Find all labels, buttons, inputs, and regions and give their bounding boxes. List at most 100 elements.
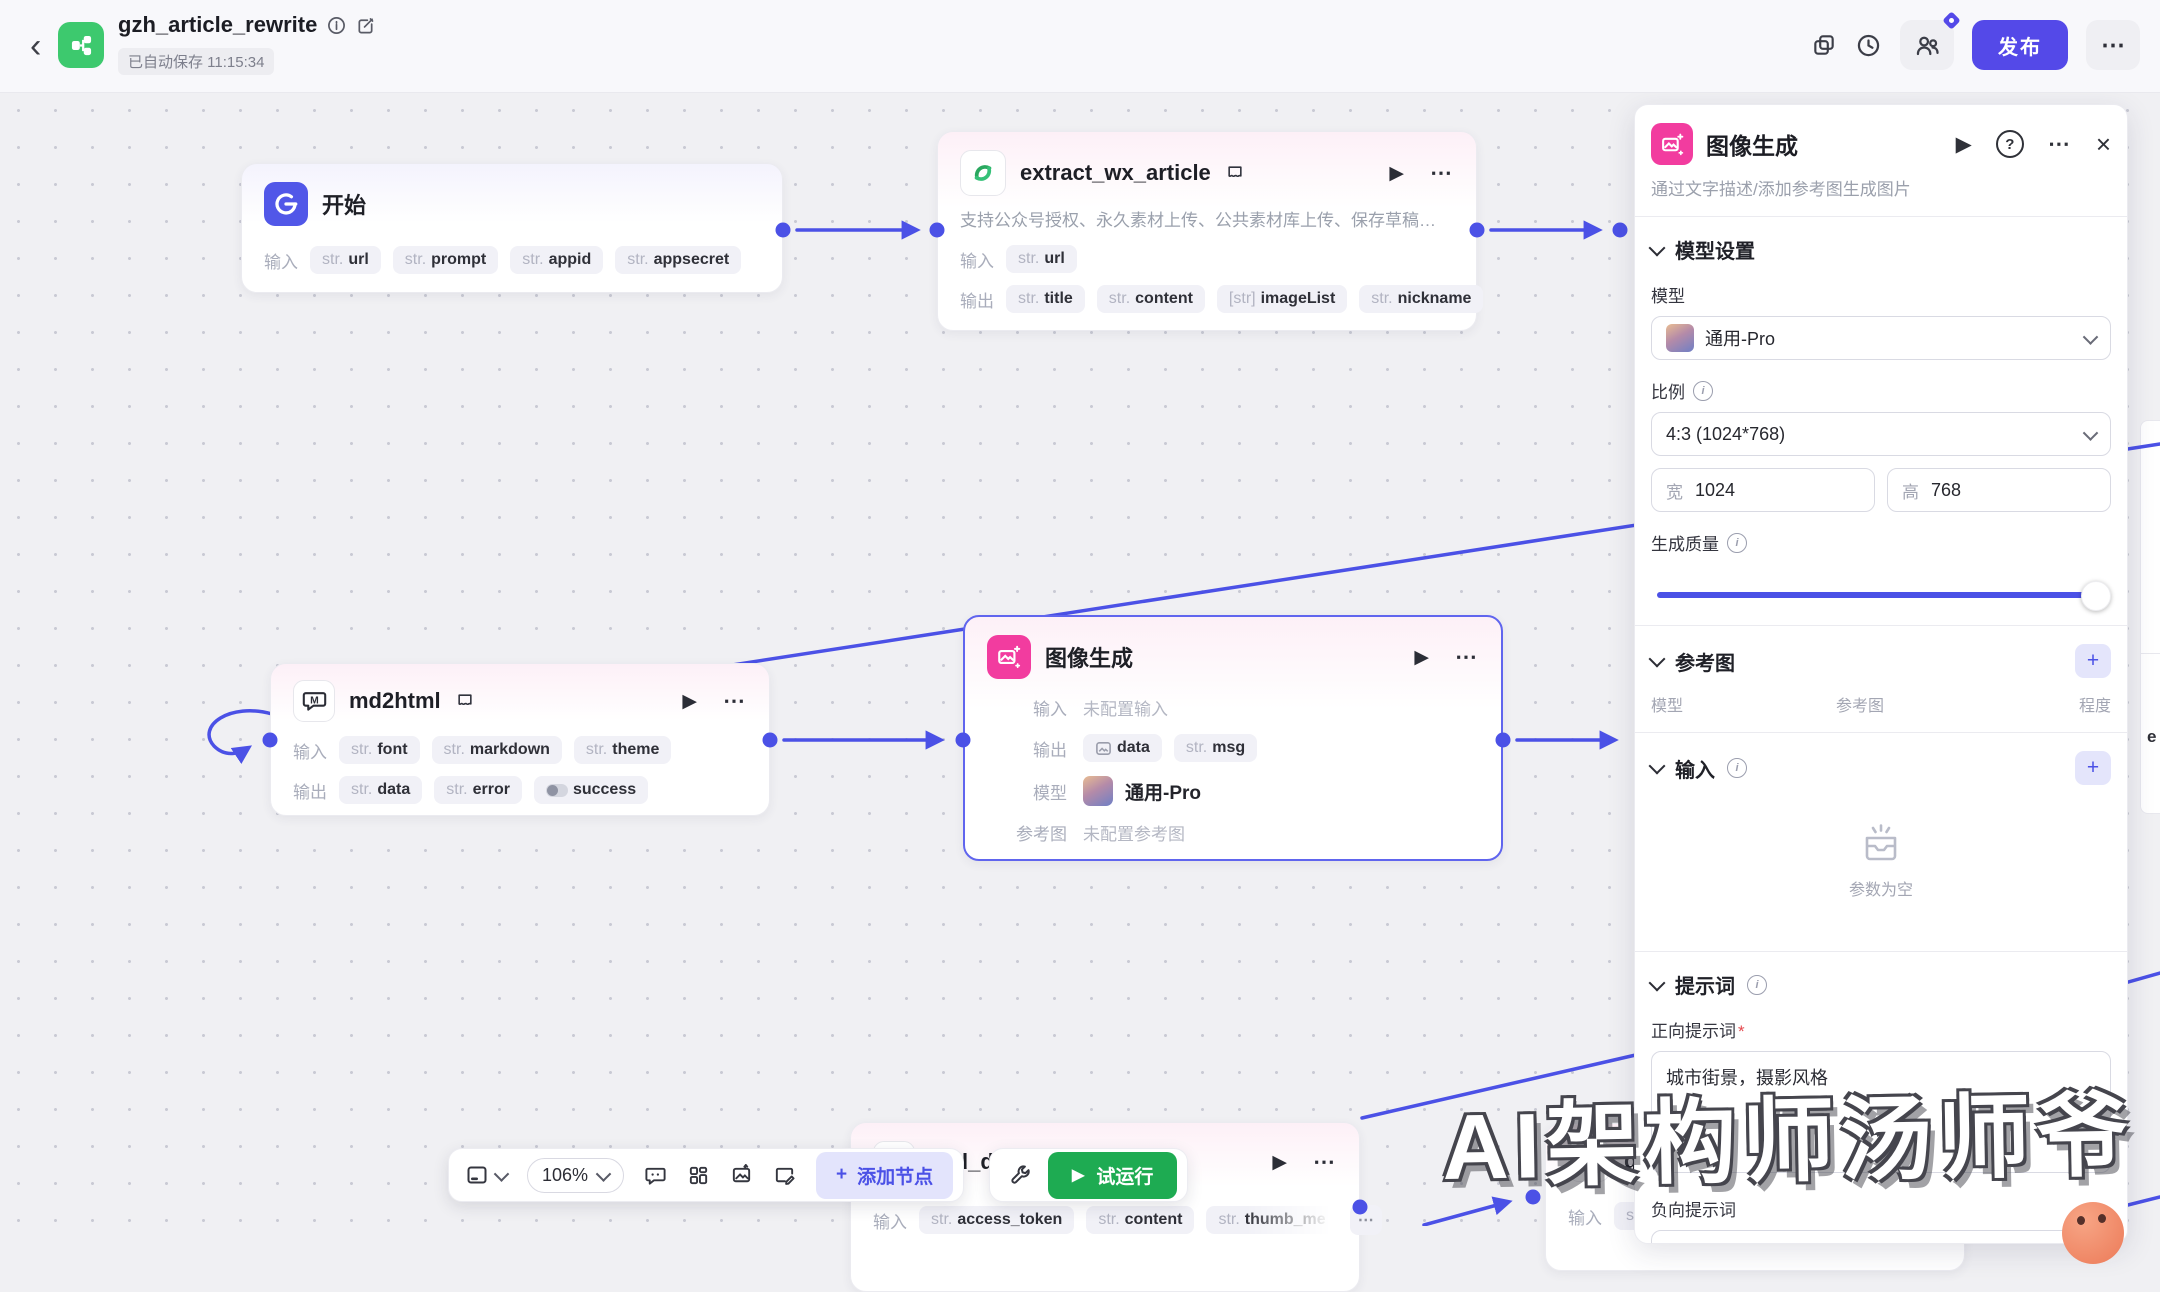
empty-inbox-icon — [1855, 820, 1907, 864]
negative-prompt-input[interactable] — [1651, 1230, 2111, 1244]
boolean-toggle-icon — [546, 784, 568, 797]
port-start-out[interactable] — [776, 223, 791, 238]
panel-run-button[interactable]: ▶ — [1956, 132, 1972, 157]
autosave-status: 已自动保存 11:15:34 — [118, 48, 274, 75]
zoom-control[interactable]: 106% — [527, 1158, 624, 1193]
section-prompt[interactable]: 提示词 i — [1651, 970, 2111, 999]
run-node-button[interactable]: ▶ — [682, 690, 697, 713]
plugin-badge-icon — [455, 691, 475, 711]
port-image-gen-in[interactable] — [956, 733, 971, 748]
required-mark: * — [1738, 1022, 1745, 1041]
model-select[interactable]: 通用-Pro — [1651, 316, 2111, 360]
zoom-value: 106% — [542, 1165, 588, 1186]
canvas-toolbar: 106% + 添加节点 — [448, 1148, 964, 1202]
wrench-icon[interactable] — [1008, 1163, 1032, 1187]
param-pill: str.title — [1006, 285, 1085, 313]
add-input-button[interactable]: + — [2075, 751, 2111, 785]
node-title: 开始 — [322, 188, 366, 220]
param-pill-image: data — [1083, 734, 1162, 762]
node-more-button[interactable]: ⋯ — [1455, 644, 1479, 670]
node-md2html[interactable]: M md2html ▶ ⋯ 输入 str.font str.markdown s… — [270, 663, 770, 816]
run-node-button[interactable]: ▶ — [1272, 1151, 1287, 1174]
collab-badge — [1942, 11, 1960, 29]
param-pill: str.font — [339, 736, 420, 764]
param-pill: [str]imageList — [1217, 285, 1347, 313]
image-export-icon[interactable] — [730, 1164, 753, 1187]
chevron-down-icon — [1649, 651, 1666, 668]
collaboration-button[interactable] — [1900, 20, 1954, 70]
panel-more-button[interactable]: ⋯ — [2048, 131, 2072, 157]
node-more-button[interactable]: ⋯ — [723, 688, 747, 714]
run-node-button[interactable]: ▶ — [1389, 162, 1404, 185]
port-image-gen-out[interactable] — [1496, 733, 1511, 748]
chevron-down-icon — [1649, 758, 1666, 775]
start-node-icon — [264, 182, 308, 226]
section-input[interactable]: 输入 i + — [1651, 751, 2111, 785]
model-avatar — [1083, 776, 1113, 806]
quality-label: 生成质量 — [1651, 530, 1719, 555]
port-hidden-node-in[interactable] — [1613, 223, 1628, 238]
info-icon[interactable] — [327, 16, 346, 35]
section-reference-image[interactable]: 参考图 + — [1651, 644, 2111, 678]
slider-knob[interactable] — [2081, 581, 2111, 611]
header-more-button[interactable]: ⋯ — [2086, 20, 2140, 70]
param-pill: str.content — [1086, 1206, 1194, 1234]
param-pill: str.content — [1097, 285, 1205, 313]
watermark-text: AI架构师汤师爷 — [1441, 1061, 2135, 1206]
markdown-node-icon: M — [293, 680, 335, 722]
port-md2html-out[interactable] — [763, 733, 778, 748]
param-pill-boolean: success — [534, 776, 648, 804]
node-extract-wx-article[interactable]: extract_wx_article ▶ ⋯ 支持公众号授权、永久素材上传、公共… — [937, 131, 1477, 331]
node-image-gen[interactable]: 图像生成 ▶ ⋯ 输入 未配置输入 输出 data str.msg 模型 通用-… — [963, 615, 1503, 861]
publish-button[interactable]: 发布 — [1972, 20, 2068, 70]
port-extract-in[interactable] — [930, 223, 945, 238]
port-add-draft-out[interactable] — [1353, 1200, 1368, 1215]
edit-icon[interactable] — [356, 16, 375, 35]
ratio-select[interactable]: 4:3 (1024*768) — [1651, 412, 2111, 456]
duplicate-icon[interactable] — [1811, 32, 1837, 58]
history-icon[interactable] — [1855, 32, 1882, 59]
display-mode-button[interactable] — [465, 1163, 507, 1187]
port-extract-out[interactable] — [1470, 223, 1485, 238]
node-title: md2html — [349, 688, 441, 714]
add-node-button[interactable]: + 添加节点 — [816, 1152, 953, 1199]
port-md2html-in[interactable] — [263, 733, 278, 748]
param-pill: str.markdown — [432, 736, 562, 764]
test-run-button[interactable]: ▶ 试运行 — [1048, 1152, 1177, 1199]
snapshot-icon[interactable] — [773, 1164, 796, 1187]
layout-grid-icon[interactable] — [687, 1164, 710, 1187]
back-button[interactable]: ‹ — [30, 26, 41, 66]
node-description: 支持公众号授权、永久素材上传、公共素材库上传、保存草稿… — [960, 206, 1454, 231]
param-pill: str.url — [1006, 245, 1077, 273]
chevron-down-icon — [2083, 329, 2099, 345]
workflow-app-icon — [58, 22, 104, 68]
param-pill: str.theme — [574, 736, 671, 764]
empty-params: 参数为空 — [1651, 785, 2111, 935]
chevron-down-icon — [1649, 974, 1666, 991]
param-pill: str.msg — [1174, 734, 1257, 762]
info-icon: i — [1727, 758, 1747, 778]
section-model-settings[interactable]: 模型设置 — [1651, 235, 2111, 264]
info-icon: i — [1693, 381, 1713, 401]
param-pill: str.prompt — [393, 246, 498, 274]
node-more-button[interactable]: ⋯ — [1313, 1149, 1337, 1175]
node-more-button[interactable]: ⋯ — [1430, 160, 1454, 186]
width-field[interactable]: 宽 1024 — [1651, 468, 1875, 512]
chevron-down-icon — [1649, 239, 1666, 256]
svg-text:M: M — [310, 695, 319, 706]
height-field[interactable]: 高 768 — [1887, 468, 2111, 512]
param-pill: str.appsecret — [615, 246, 741, 274]
help-icon[interactable]: ? — [1996, 130, 2024, 158]
positive-prompt-label: 正向提示词 — [1651, 1022, 1736, 1041]
info-icon: i — [1747, 975, 1767, 995]
run-node-button[interactable]: ▶ — [1414, 646, 1429, 669]
node-start[interactable]: 开始 输入 str.url str.prompt str.appid str.a… — [241, 163, 783, 293]
close-icon[interactable]: × — [2096, 129, 2111, 160]
quality-slider[interactable] — [1657, 581, 2105, 609]
add-reference-button[interactable]: + — [2075, 644, 2111, 678]
param-pill: str.nickname — [1359, 285, 1483, 313]
peeking-emoji — [2062, 1202, 2124, 1264]
info-icon: i — [1727, 533, 1747, 553]
comment-icon[interactable] — [644, 1164, 667, 1187]
plugin-badge-icon — [1225, 163, 1245, 183]
